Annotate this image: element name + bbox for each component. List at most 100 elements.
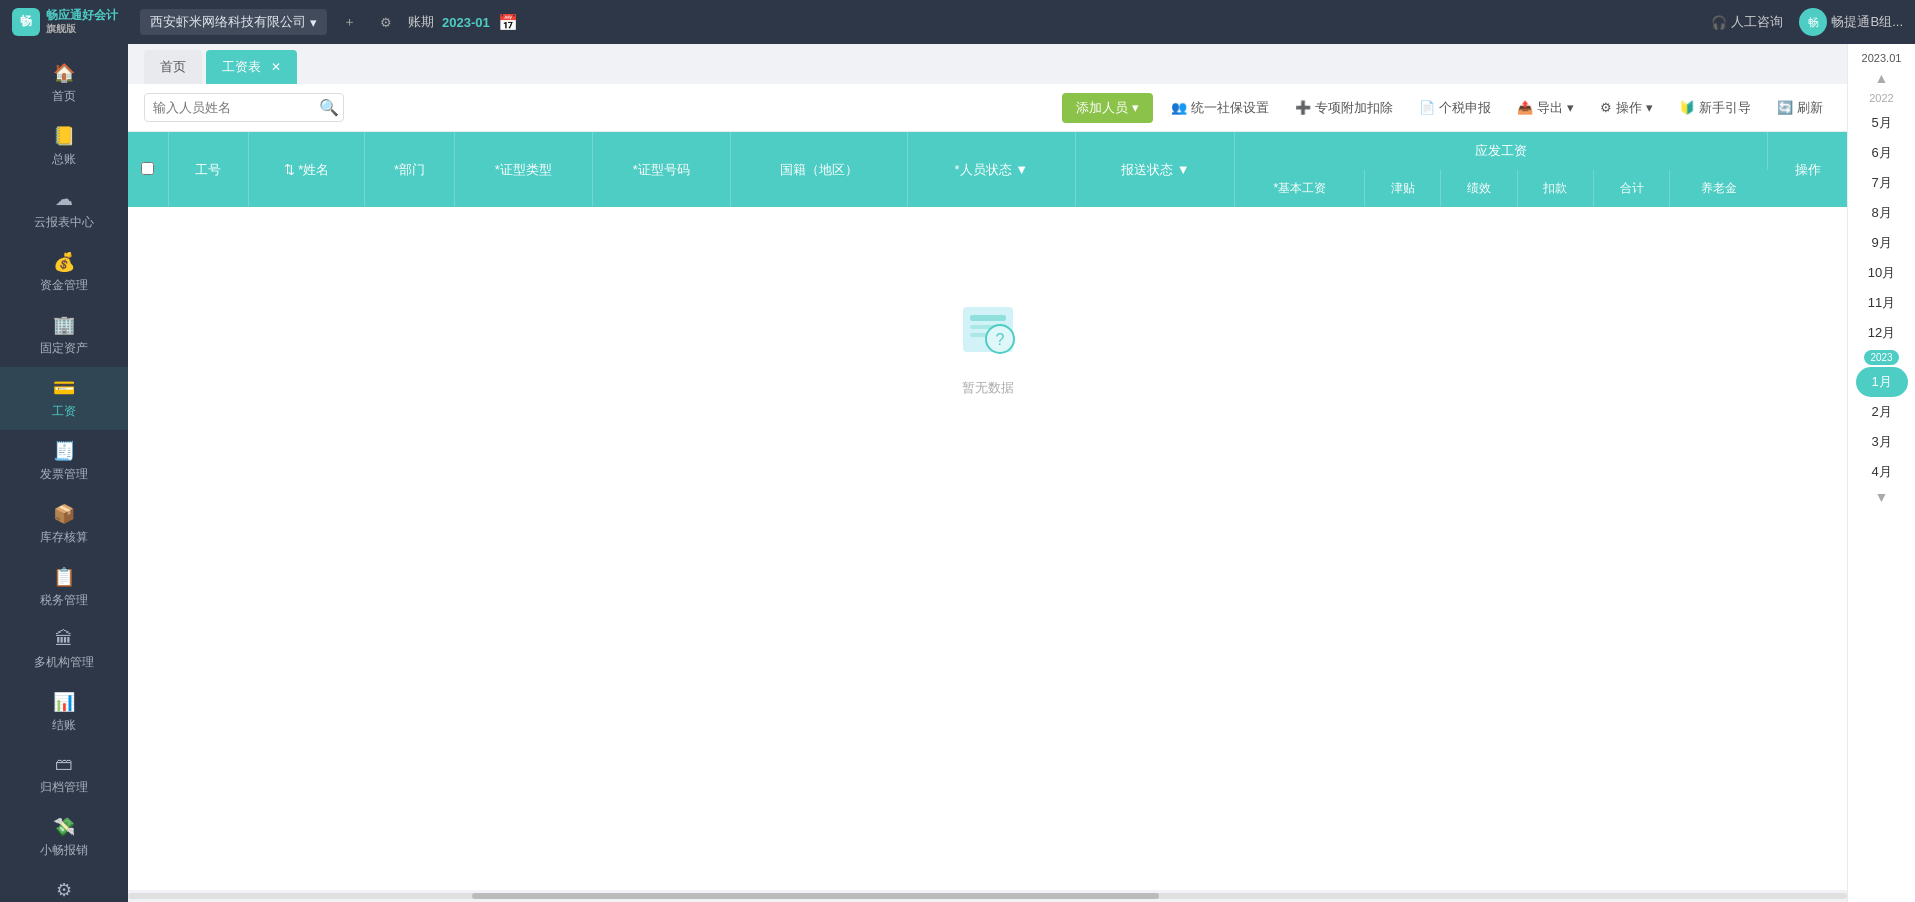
select-all-checkbox[interactable]: [141, 162, 154, 175]
cal-month-5[interactable]: 5月: [1856, 108, 1908, 138]
cal-month-10[interactable]: 10月: [1856, 258, 1908, 288]
tab-salary-close[interactable]: ✕: [271, 60, 281, 74]
export-button[interactable]: 📤 导出 ▾: [1509, 95, 1582, 121]
add-person-dropdown-icon: ▾: [1132, 100, 1139, 115]
logo-text-group: 畅应通好会计 旗舰版: [46, 8, 118, 36]
sidebar-item-invoice[interactable]: 🧾 发票管理: [0, 430, 128, 493]
guide-btn-icon: 🔰: [1679, 100, 1695, 115]
sidebar-label-close: 结账: [52, 717, 76, 734]
user-item[interactable]: 畅 畅提通B组...: [1799, 8, 1903, 36]
settings-button[interactable]: ⚙: [372, 11, 400, 34]
filter-icon-report[interactable]: ▼: [1177, 162, 1190, 177]
refresh-label: 刷新: [1797, 99, 1823, 117]
tabs-bar: 首页 工资表 ✕: [128, 44, 1847, 84]
logo-subtitle: 旗舰版: [46, 22, 118, 36]
filter-icon-status[interactable]: ▼: [1015, 162, 1028, 177]
search-input[interactable]: [153, 100, 313, 115]
sidebar-label-salary: 工资: [52, 403, 76, 420]
sidebar-item-salary[interactable]: 💳 工资: [0, 367, 128, 430]
tab-home[interactable]: 首页: [144, 50, 202, 84]
close-accounts-icon: 📊: [53, 691, 75, 713]
th-checkbox[interactable]: [128, 132, 168, 207]
th-base-salary: *基本工资: [1235, 170, 1365, 207]
add-person-button[interactable]: 添加人员 ▾: [1062, 93, 1153, 123]
sidebar-item-close-accounts[interactable]: 📊 结账: [0, 681, 128, 744]
tax-icon-btn: 📄: [1419, 100, 1435, 115]
calendar-icon[interactable]: 📅: [498, 13, 518, 32]
inventory-icon: 📦: [53, 503, 75, 525]
sidebar-item-fixed-assets[interactable]: 🏢 固定资产: [0, 304, 128, 367]
tab-salary[interactable]: 工资表 ✕: [206, 50, 297, 84]
sidebar-item-inventory[interactable]: 📦 库存核算: [0, 493, 128, 556]
multi-org-icon: 🏛: [55, 629, 73, 650]
sidebar-label-home: 首页: [52, 88, 76, 105]
sidebar-item-tax[interactable]: 📋 税务管理: [0, 556, 128, 619]
company-selector[interactable]: 西安虾米网络科技有限公司 ▾: [140, 9, 327, 35]
sidebar-item-archive[interactable]: 🗃 归档管理: [0, 744, 128, 806]
th-deduction: 扣款: [1517, 170, 1593, 207]
svg-text:?: ?: [995, 331, 1004, 348]
sidebar-item-expense[interactable]: 💸 小畅报销: [0, 806, 128, 869]
th-name: ⇅ *姓名: [248, 132, 365, 207]
scrollbar-thumb[interactable]: [472, 893, 1160, 899]
special-deduction-button[interactable]: ➕ 专项附加扣除: [1287, 95, 1401, 121]
operations-dropdown-icon: ▾: [1646, 100, 1653, 115]
sidebar-item-settings[interactable]: ⚙ 基础设置: [0, 869, 128, 902]
content-area: 首页 工资表 ✕ 🔍 添加人员 ▾: [128, 44, 1847, 902]
cal-month-6[interactable]: 6月: [1856, 138, 1908, 168]
table-scrollbar[interactable]: [128, 890, 1847, 902]
sidebar-item-home[interactable]: 🏠 首页: [0, 52, 128, 115]
refresh-icon: 🔄: [1777, 100, 1793, 115]
add-company-button[interactable]: ＋: [335, 9, 364, 35]
cal-month-2023-2[interactable]: 2月: [1856, 397, 1908, 427]
sidebar-label-invoice: 发票管理: [40, 466, 88, 483]
cal-month-2023-3[interactable]: 3月: [1856, 427, 1908, 457]
scrollbar-track[interactable]: [128, 893, 1847, 899]
toolbar: 🔍 添加人员 ▾ 👥 统一社保设置 ➕ 专项附加扣除: [128, 84, 1847, 132]
th-status: *人员状态 ▼: [907, 132, 1076, 207]
cal-month-8[interactable]: 8月: [1856, 198, 1908, 228]
logo-area: 畅 畅应通好会计 旗舰版: [12, 8, 132, 36]
cal-month-2023-1[interactable]: 1月: [1856, 367, 1908, 397]
th-pension: 养老金: [1670, 170, 1768, 207]
logo-icon: 畅: [12, 8, 40, 36]
calendar-nav-down[interactable]: ▼: [1873, 487, 1891, 507]
calendar-nav-up[interactable]: ▲: [1873, 68, 1891, 88]
cal-month-9[interactable]: 9月: [1856, 228, 1908, 258]
table-wrapper: 工号 ⇅ *姓名 *部门 *证型类型 *证型号码 国籍（地区） *人员状态 ▼: [128, 132, 1847, 890]
cal-month-2023-4[interactable]: 4月: [1856, 457, 1908, 487]
social-icon: 👥: [1171, 100, 1187, 115]
operations-button[interactable]: ⚙ 操作 ▾: [1592, 95, 1661, 121]
sidebar-item-multi-org[interactable]: 🏛 多机构管理: [0, 619, 128, 681]
sidebar-item-ledger[interactable]: 📒 总账: [0, 115, 128, 178]
th-id: 工号: [168, 132, 248, 207]
home-icon: 🏠: [53, 62, 75, 84]
company-dropdown-icon: ▾: [310, 15, 317, 30]
help-item[interactable]: 🎧 人工咨询: [1711, 13, 1783, 31]
tax-report-button[interactable]: 📄 个税申报: [1411, 95, 1499, 121]
refresh-button[interactable]: 🔄 刷新: [1769, 95, 1831, 121]
sidebar-item-cloud-report[interactable]: ☁ 云报表中心: [0, 178, 128, 241]
add-person-label: 添加人员: [1076, 99, 1128, 117]
th-nationality: 国籍（地区）: [730, 132, 907, 207]
cal-month-7[interactable]: 7月: [1856, 168, 1908, 198]
sidebar-label-cloud: 云报表中心: [34, 214, 94, 231]
user-label: 畅提通B组...: [1831, 13, 1903, 31]
empty-text: 暂无数据: [962, 379, 1014, 397]
social-security-button[interactable]: 👥 统一社保设置: [1163, 95, 1277, 121]
operations-icon: ⚙: [1600, 100, 1612, 115]
sidebar-label-ledger: 总账: [52, 151, 76, 168]
th-allowance: 津贴: [1365, 170, 1441, 207]
cal-month-12[interactable]: 12月: [1856, 318, 1908, 348]
search-icon: 🔍: [319, 98, 339, 117]
deduction-label: 专项附加扣除: [1315, 99, 1393, 117]
th-id-type: *证型类型: [454, 132, 592, 207]
calendar-panel: 2023.01 ▲ 2022 5月 6月 7月 8月 9月 10月 11月 12…: [1847, 44, 1915, 902]
period-value: 2023-01: [442, 15, 490, 30]
cal-month-11[interactable]: 11月: [1856, 288, 1908, 318]
avatar: 畅: [1799, 8, 1827, 36]
sidebar-item-fund[interactable]: 💰 资金管理: [0, 241, 128, 304]
th-total: 合计: [1594, 170, 1670, 207]
toolbar-right: 添加人员 ▾ 👥 统一社保设置 ➕ 专项附加扣除 📄 个税申报: [1062, 93, 1831, 123]
guide-button[interactable]: 🔰 新手引导: [1671, 95, 1759, 121]
